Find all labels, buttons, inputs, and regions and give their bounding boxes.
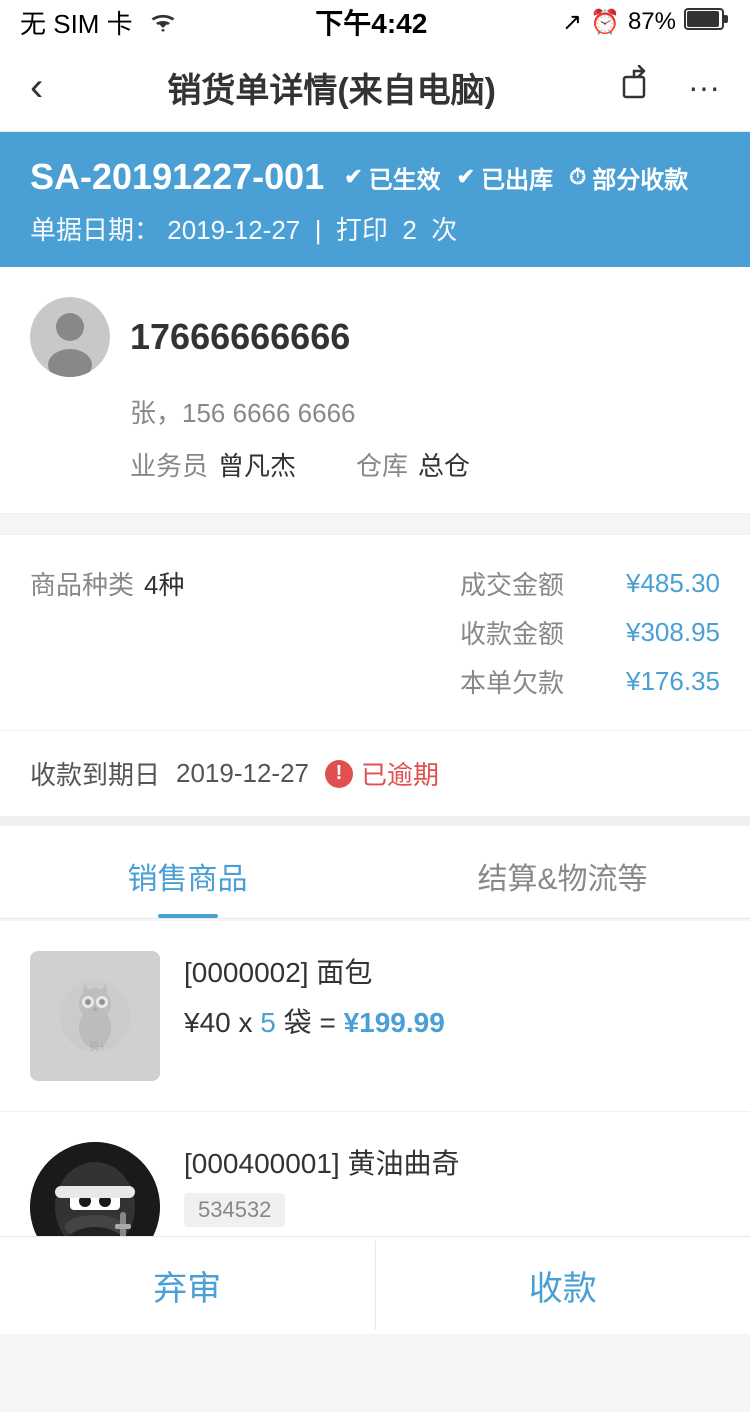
abandon-button[interactable]: 弃审 [0, 1241, 376, 1330]
nav-bar: ‹ 销货单详情(来自电脑) ··· [0, 44, 750, 132]
status-badge-shipped: ✔ 已出库 [457, 160, 553, 195]
due-section: 收款到期日 2019-12-27 ! 已逾期 [0, 731, 750, 826]
tabs-section: 销售商品 结算&物流等 [0, 826, 750, 919]
order-id-number: SA-20191227-001 [30, 156, 324, 198]
status-right: ↗ ⏰ 87% [562, 7, 730, 38]
clock-icon: ⏱ [569, 164, 586, 190]
customer-id: 17666666666 [130, 316, 350, 358]
check-icon-2: ✔ [457, 164, 475, 190]
svg-text:鸮+: 鸮+ [89, 1040, 105, 1053]
warehouse-item: 仓库 总仓 [356, 446, 470, 483]
status-badges: ✔ 已生效 ✔ 已出库 ⏱ 部分收款 [344, 160, 688, 195]
overdue-badge: ! 已逾期 [325, 755, 439, 792]
more-button[interactable]: ··· [688, 69, 720, 106]
nav-actions: ··· [620, 65, 720, 111]
customer-name-phone: 张，156 6666 6666 [130, 393, 720, 430]
list-item: 鸮+ [0000002] 面包 ¥40 x 5 袋 = ¥199.99 [0, 921, 750, 1112]
stats-kinds: 商品种类 4种 [30, 565, 184, 602]
order-date-row: 单据日期： 2019-12-27 | 打印 2 次 [30, 210, 720, 247]
product-name-2: [000400001] 黄油曲奇 [184, 1142, 720, 1182]
product-thumbnail-1: 鸮+ [30, 951, 160, 1081]
product-info-1: [0000002] 面包 ¥40 x 5 袋 = ¥199.99 [184, 951, 720, 1041]
carrier-label: 无 SIM 卡 [20, 4, 133, 41]
stats-section: 商品种类 4种 成交金额 ¥485.30 收款金额 ¥308.95 本单欠款 ¥… [0, 534, 750, 731]
collect-button[interactable]: 收款 [376, 1241, 750, 1330]
share-button[interactable] [620, 65, 658, 111]
bottom-bar: 弃审 收款 [0, 1236, 750, 1334]
collection-amount-row: 收款金额 ¥308.95 [460, 614, 720, 651]
due-date-label: 收款到期日 [30, 755, 160, 792]
tab-settlement[interactable]: 结算&物流等 [375, 826, 750, 918]
order-header: SA-20191227-001 ✔ 已生效 ✔ 已出库 ⏱ 部分收款 单据日期：… [0, 132, 750, 267]
status-time: 下午4:42 [315, 2, 427, 42]
debt-amount-row: 本单欠款 ¥176.35 [460, 663, 720, 700]
tab-products[interactable]: 销售商品 [0, 826, 375, 918]
status-left: 无 SIM 卡 [20, 4, 181, 41]
page-title: 销货单详情(来自电脑) [167, 63, 496, 112]
overdue-icon: ! [325, 760, 353, 788]
battery-label: 87% [628, 8, 676, 36]
stats-right: 成交金额 ¥485.30 收款金额 ¥308.95 本单欠款 ¥176.35 [460, 565, 720, 700]
battery-icon [684, 7, 730, 38]
status-badge-active: ✔ 已生效 [344, 160, 440, 195]
product-price-1: ¥40 x 5 袋 = ¥199.99 [184, 1001, 720, 1041]
wifi-icon [145, 6, 181, 39]
order-id-row: SA-20191227-001 ✔ 已生效 ✔ 已出库 ⏱ 部分收款 [30, 156, 720, 198]
customer-meta: 业务员 曾凡杰 仓库 总仓 [130, 446, 720, 483]
customer-row: 17666666666 [30, 297, 720, 377]
location-icon: ↗ [562, 8, 582, 37]
overdue-text: 已逾期 [361, 755, 439, 792]
stats-row: 商品种类 4种 成交金额 ¥485.30 收款金额 ¥308.95 本单欠款 ¥… [30, 565, 720, 700]
alarm-icon: ⏰ [590, 8, 620, 37]
customer-section: 17666666666 张，156 6666 6666 业务员 曾凡杰 仓库 总… [0, 267, 750, 514]
due-date-value: 2019-12-27 [176, 758, 309, 789]
check-icon-1: ✔ [344, 164, 362, 190]
back-button[interactable]: ‹ [30, 65, 43, 110]
status-badge-partial: ⏱ 部分收款 [569, 160, 688, 195]
product-sku-2: 534532 [184, 1193, 285, 1227]
avatar [30, 297, 110, 377]
salesman-item: 业务员 曾凡杰 [130, 446, 296, 483]
product-name-1: [0000002] 面包 [184, 951, 720, 991]
deal-amount-row: 成交金额 ¥485.30 [460, 565, 720, 602]
status-bar: 无 SIM 卡 下午4:42 ↗ ⏰ 87% [0, 0, 750, 44]
